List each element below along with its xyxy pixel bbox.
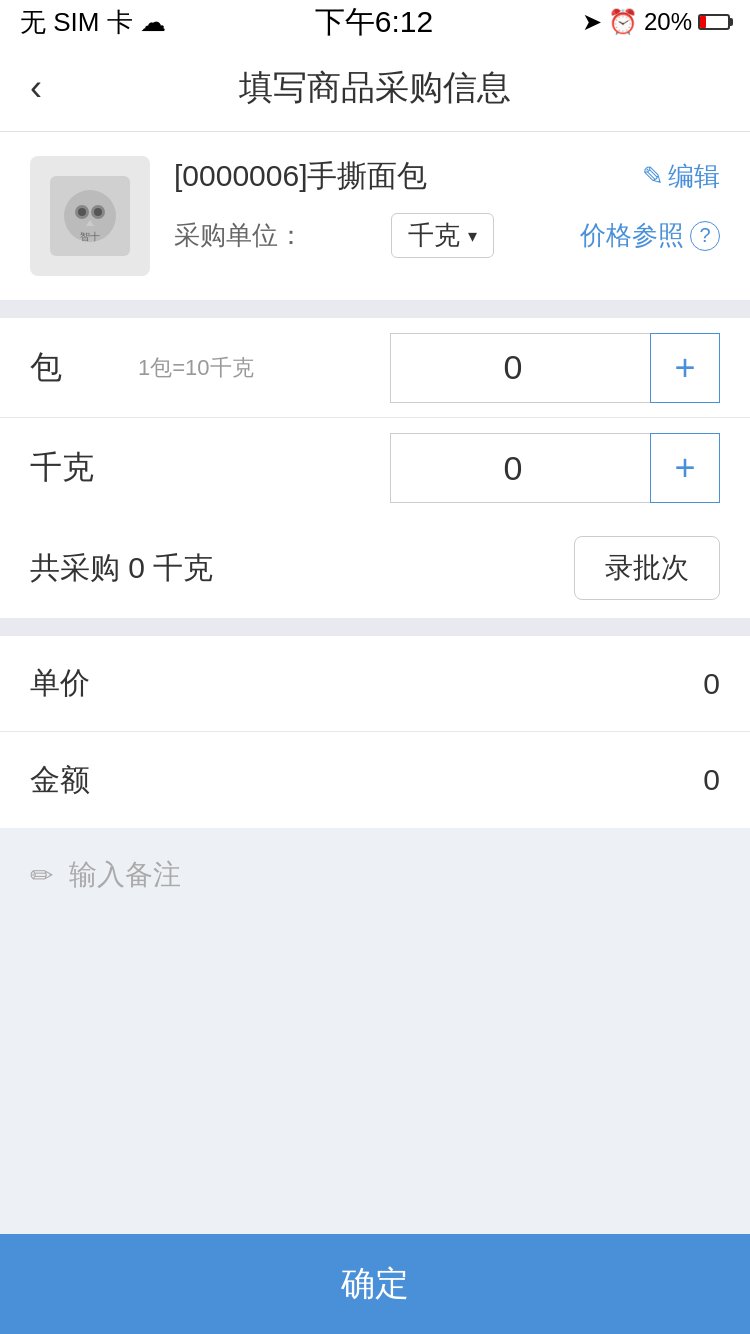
price-ref-button[interactable]: 价格参照 ? bbox=[580, 218, 720, 253]
amount-value: 0 bbox=[703, 763, 720, 797]
battery-percent: 20% bbox=[644, 8, 692, 36]
unit-value: 千克 bbox=[408, 218, 460, 253]
page-title: 填写商品采购信息 bbox=[239, 65, 511, 111]
edit-label: 编辑 bbox=[668, 159, 720, 194]
product-info: [0000006]手撕面包 ✎ 编辑 采购单位： 千克 ▾ 价格参照 ? bbox=[174, 156, 720, 258]
total-row: 共采购 0 千克 录批次 bbox=[0, 518, 750, 618]
status-bar: 无 SIM 卡 ☁ 下午6:12 ➤ ⏰ 20% bbox=[0, 0, 750, 44]
bag-sublabel: 1包=10千克 bbox=[138, 353, 390, 383]
empty-area bbox=[0, 922, 750, 1262]
status-right: ➤ ⏰ 20% bbox=[582, 8, 730, 36]
price-ref-label: 价格参照 bbox=[580, 218, 684, 253]
bag-input-control: + bbox=[390, 333, 720, 403]
nav-bar: ‹ 填写商品采购信息 bbox=[0, 44, 750, 132]
alarm-icon: ⏰ bbox=[608, 8, 638, 36]
location-icon: ➤ bbox=[582, 8, 602, 36]
battery-icon bbox=[698, 14, 730, 30]
divider-2 bbox=[0, 618, 750, 636]
total-text: 共采购 0 千克 bbox=[30, 548, 213, 589]
price-section: 单价 0 金额 0 bbox=[0, 636, 750, 828]
edit-button[interactable]: ✎ 编辑 bbox=[642, 159, 720, 194]
kg-input-row: 千克 + bbox=[0, 418, 750, 518]
bag-plus-button[interactable]: + bbox=[650, 333, 720, 403]
unit-price-value: 0 bbox=[703, 667, 720, 701]
status-left: 无 SIM 卡 ☁ bbox=[20, 5, 166, 40]
unit-price-row: 单价 0 bbox=[0, 636, 750, 732]
owl-logo-icon: 智十 bbox=[60, 186, 120, 246]
input-section: 包 1包=10千克 + 千克 + bbox=[0, 318, 750, 518]
remark-section[interactable]: ✏ 输入备注 bbox=[0, 828, 750, 922]
amount-label: 金额 bbox=[30, 760, 90, 801]
product-name-row: [0000006]手撕面包 ✎ 编辑 bbox=[174, 156, 720, 197]
help-icon: ? bbox=[690, 221, 720, 251]
kg-input-control: + bbox=[390, 433, 720, 503]
product-card: 智十 [0000006]手撕面包 ✎ 编辑 采购单位： 千克 ▾ 价格参照 ? bbox=[0, 132, 750, 300]
remark-placeholder: 输入备注 bbox=[69, 856, 181, 894]
dropdown-icon: ▾ bbox=[468, 225, 477, 247]
unit-label: 采购单位： bbox=[174, 218, 304, 253]
svg-point-3 bbox=[78, 208, 86, 216]
status-time: 下午6:12 bbox=[315, 2, 433, 43]
back-button[interactable]: ‹ bbox=[30, 67, 42, 109]
svg-point-4 bbox=[94, 208, 102, 216]
confirm-label: 确定 bbox=[341, 1261, 409, 1307]
amount-row: 金额 0 bbox=[0, 732, 750, 828]
svg-text:智十: 智十 bbox=[80, 231, 100, 242]
bag-input[interactable] bbox=[390, 333, 650, 403]
product-logo: 智十 bbox=[50, 176, 130, 256]
kg-input[interactable] bbox=[390, 433, 650, 503]
divider-1 bbox=[0, 300, 750, 318]
kg-label: 千克 bbox=[30, 446, 130, 490]
bag-label: 包 bbox=[30, 346, 130, 390]
confirm-button[interactable]: 确定 bbox=[0, 1234, 750, 1334]
product-name: [0000006]手撕面包 bbox=[174, 156, 427, 197]
pencil-icon: ✏ bbox=[30, 859, 53, 892]
unit-row: 采购单位： 千克 ▾ 价格参照 ? bbox=[174, 213, 720, 258]
product-image: 智十 bbox=[30, 156, 150, 276]
unit-price-label: 单价 bbox=[30, 663, 90, 704]
bag-input-row: 包 1包=10千克 + bbox=[0, 318, 750, 418]
batch-button[interactable]: 录批次 bbox=[574, 536, 720, 600]
sim-signal: 无 SIM 卡 ☁ bbox=[20, 5, 166, 40]
kg-plus-button[interactable]: + bbox=[650, 433, 720, 503]
unit-select[interactable]: 千克 ▾ bbox=[391, 213, 494, 258]
edit-icon: ✎ bbox=[642, 161, 664, 192]
